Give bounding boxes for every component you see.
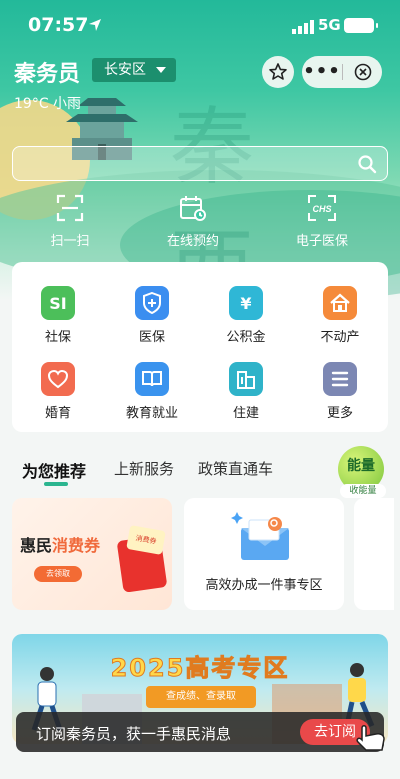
status-time: 07:57 [28, 14, 89, 36]
claim-voucher-button[interactable]: 去领取 [34, 566, 82, 582]
voucher-card-title: 惠民消费券 [20, 532, 100, 556]
si-icon: SI [41, 286, 75, 320]
quick-action-label: 扫一扫 [50, 234, 90, 249]
svg-text:CHS: CHS [312, 204, 331, 214]
one-thing-card[interactable]: 高效办成一件事专区 [184, 498, 344, 610]
miniprogram-capsule: ••• [302, 56, 382, 88]
menu-icon [323, 362, 357, 396]
close-circle-icon [354, 63, 371, 81]
service-label: 医保 [138, 330, 165, 345]
service-label: 更多 [326, 406, 353, 421]
banner-subtitle: 查成绩、查录取 [146, 686, 256, 708]
house-icon [323, 286, 357, 320]
district-selector[interactable]: 长安区 [92, 58, 176, 82]
tab-new-services[interactable]: 上新服务 [114, 458, 174, 479]
status-bar: 07:57 5G [0, 0, 400, 52]
search-bar[interactable] [12, 146, 388, 181]
calendar-clock-icon [180, 196, 206, 221]
heart-icon [41, 362, 75, 396]
one-thing-card-label: 高效办成一件事专区 [205, 578, 323, 593]
active-tab-indicator [44, 482, 68, 486]
service-housing-construction[interactable]: 住建 [206, 362, 286, 421]
quick-action-scan[interactable]: 扫一扫 [20, 192, 120, 249]
subscribe-text: 订阅秦务员，获一手惠民消息 [36, 725, 232, 743]
service-grid: SI 社保 医保 ¥ 公积金 不动产 婚育 教育就业 住建 更多 [12, 262, 388, 432]
favorite-button[interactable] [262, 56, 294, 88]
chs-icon: CHS [308, 195, 336, 221]
pointing-hand-icon [356, 725, 385, 751]
tab-policy[interactable]: 政策直通车 [198, 458, 273, 479]
scan-icon [56, 194, 84, 222]
service-housing-fund[interactable]: ¥ 公积金 [206, 286, 286, 345]
weather-info: 19°C 小雨 [14, 96, 82, 112]
service-label: 公积金 [226, 330, 266, 345]
app-title: 秦务员 [14, 62, 81, 87]
service-social-security[interactable]: SI 社保 [18, 286, 98, 345]
location-arrow-icon [89, 19, 101, 31]
service-label: 不动产 [320, 330, 360, 345]
building-icon [229, 362, 263, 396]
consumer-voucher-card[interactable]: 惠民消费券 去领取 消费券 [12, 498, 172, 610]
service-label: 住建 [232, 406, 259, 421]
yen-icon: ¥ [229, 286, 263, 320]
service-medical-insurance[interactable]: 医保 [112, 286, 192, 345]
close-button[interactable] [343, 63, 382, 81]
tab-recommend[interactable]: 为您推荐 [22, 458, 86, 482]
caret-down-icon [156, 67, 166, 73]
service-label: 社保 [44, 330, 71, 345]
service-marriage-birth[interactable]: 婚育 [18, 362, 98, 421]
battery-icon [344, 18, 378, 33]
service-education-employment[interactable]: 教育就业 [112, 362, 192, 421]
voucher-title-a: 惠民 [20, 536, 53, 555]
district-label: 长安区 [104, 62, 146, 78]
service-label: 教育就业 [125, 406, 178, 421]
voucher-title-b: 消费券 [52, 536, 101, 555]
network-type: 5G [318, 16, 341, 34]
more-options-button[interactable]: ••• [302, 56, 342, 88]
energy-tag: 收能量 [340, 484, 386, 498]
book-icon [135, 362, 169, 396]
next-card-peek[interactable] [354, 498, 394, 610]
service-more[interactable]: 更多 [300, 362, 380, 421]
shield-plus-icon [135, 286, 169, 320]
quick-action-label: 在线预约 [166, 234, 219, 249]
star-icon [269, 63, 287, 80]
quick-action-label: 电子医保 [295, 234, 348, 249]
quick-action-appointment[interactable]: 在线预约 [143, 192, 243, 249]
envelope-search-illustration [231, 512, 289, 560]
subscribe-bar: 订阅秦务员，获一手惠民消息 去订阅 [16, 712, 385, 752]
signal-icon [292, 20, 314, 34]
search-icon [358, 155, 377, 174]
quick-action-medical-insurance[interactable]: CHS 电子医保 [272, 192, 372, 249]
service-real-estate[interactable]: 不动产 [300, 286, 380, 345]
energy-button[interactable]: 能量 收能量 [334, 446, 390, 498]
service-label: 婚育 [44, 406, 71, 421]
